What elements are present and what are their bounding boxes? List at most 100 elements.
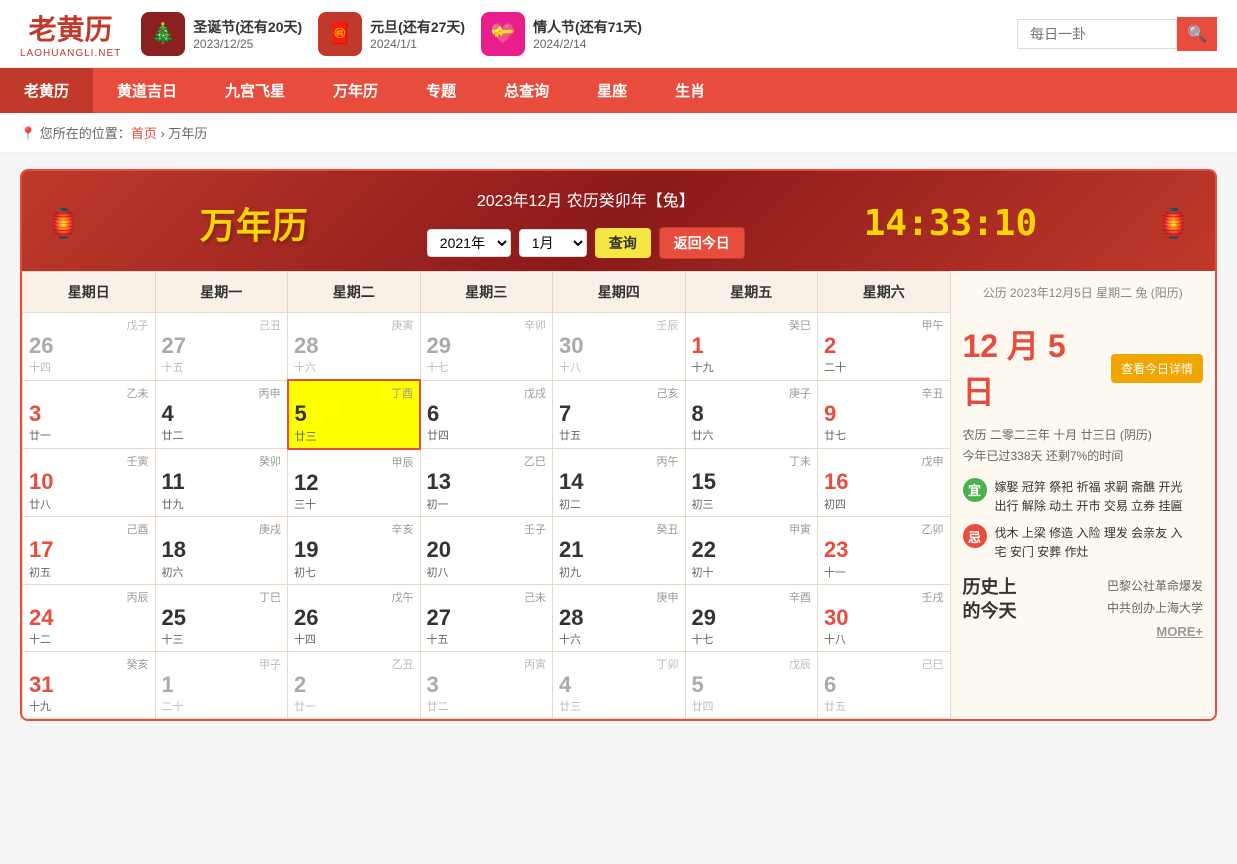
holiday-text: 圣诞节(还有20天) 2023/12/25 [193,17,302,51]
day-cell[interactable]: 庚戌 18 初六 [155,517,288,584]
day-cell[interactable]: 戊辰 5 廿四 [685,651,818,718]
ji-text: 伐木 上梁 修造 入险 理发 会亲友 入宅 安门 安葬 作灶 [995,524,1183,562]
yi-row: 宜 嫁娶 冠笄 祭祀 祈福 求嗣 斋醮 开光出行 解除 动土 开市 交易 立券 … [963,478,1204,516]
day-cell[interactable]: 丁未 15 初三 [685,449,818,517]
day-cell[interactable]: 戊申 16 初四 [818,449,951,517]
logo-main: 老黄历 [29,8,113,48]
day-stem: 癸巳 [692,317,812,333]
day-stem: 壬辰 [559,317,679,333]
day-cell[interactable]: 丙申 4 廿二 [155,380,288,448]
day-cell[interactable]: 庚申 28 十六 [553,584,686,651]
day-cell[interactable]: 辛卯 29 十七 [420,313,553,381]
day-cell[interactable]: 丙午 14 初二 [553,449,686,517]
day-cell[interactable]: 甲寅 22 初十 [685,517,818,584]
day-cell[interactable]: 癸丑 21 初九 [553,517,686,584]
day-number: 4 [162,401,281,427]
day-cell[interactable]: 丁卯 4 廿三 [553,651,686,718]
day-number: 6 [427,401,546,427]
holiday-icon: 🎄 [141,12,185,56]
breadcrumb: 📍 您所在的位置：首页 › 万年历 [0,113,1237,153]
query-button[interactable]: 查询 [595,228,651,258]
day-number: 17 [29,537,149,563]
holiday-date: 2024/1/1 [370,37,465,51]
side-date-big: 12 月 5 日 [963,321,1103,413]
day-lunar: 十八 [559,359,679,375]
day-cell[interactable]: 乙丑 2 廿一 [288,651,421,718]
day-cell[interactable]: 丙寅 3 廿二 [420,651,553,718]
day-lunar: 二十 [824,359,944,375]
day-lunar: 初八 [427,564,547,580]
day-cell[interactable]: 壬戌 30 十八 [818,584,951,651]
holiday-items: 🎄 圣诞节(还有20天) 2023/12/25 🧧 元旦(还有27天) 2024… [141,12,997,56]
day-number: 19 [294,537,414,563]
nav-item-星座[interactable]: 星座 [573,68,651,113]
day-lunar: 廿二 [162,427,281,443]
day-cell[interactable]: 己巳 6 廿五 [818,651,951,718]
day-cell[interactable]: 戊午 26 十四 [288,584,421,651]
day-lunar: 十六 [559,631,679,647]
day-stem: 乙丑 [294,656,414,672]
day-lunar: 廿四 [692,698,812,714]
breadcrumb-home[interactable]: 首页 [131,126,157,141]
day-cell[interactable]: 癸亥 31 十九 [23,651,156,718]
day-cell[interactable]: 壬子 20 初八 [420,517,553,584]
day-number: 1 [692,333,812,359]
day-cell[interactable]: 甲辰 12 三十 [288,449,421,517]
more-link[interactable]: MORE+ [1156,624,1203,639]
weekday-header: 星期二 [288,272,421,313]
nav-item-万年历[interactable]: 万年历 [309,68,402,113]
year-select[interactable]: 1900年1901年1902年1903年1904年1905年1906年1907年… [427,229,511,257]
day-cell[interactable]: 戊子 26 十四 [23,313,156,381]
day-stem: 己巳 [824,656,944,672]
search-area: 🔍 [1017,17,1217,51]
day-cell[interactable]: 庚子 8 廿六 [685,380,818,448]
day-cell[interactable]: 甲子 1 二十 [155,651,288,718]
day-lunar: 初九 [559,564,679,580]
day-cell[interactable]: 乙未 3 廿一 [23,380,156,448]
day-cell[interactable]: 辛酉 29 十七 [685,584,818,651]
nav-item-生肖[interactable]: 生肖 [651,68,729,113]
view-today-btn[interactable]: 查看今日详情 [1111,354,1203,383]
day-number: 20 [427,537,547,563]
day-number: 30 [559,333,679,359]
day-cell[interactable]: 辛丑 9 廿七 [818,380,951,448]
history-section: 历史上的今天 巴黎公社革命爆发中共创办上海大学 MORE+ [963,576,1204,638]
day-cell[interactable]: 乙卯 23 十一 [818,517,951,584]
day-lunar: 初三 [692,496,812,512]
day-cell[interactable]: 辛亥 19 初七 [288,517,421,584]
day-cell[interactable]: 壬辰 30 十八 [553,313,686,381]
day-stem: 庚戌 [162,521,282,537]
month-select[interactable]: 1月2月3月4月5月6月7月8月9月10月11月12月 [519,229,587,257]
day-cell[interactable]: 己酉 17 初五 [23,517,156,584]
nav-item-老黄历[interactable]: 老黄历 [0,68,93,113]
nav-item-黄道吉日[interactable]: 黄道吉日 [93,68,201,113]
search-button[interactable]: 🔍 [1177,17,1217,51]
day-cell[interactable]: 丁酉 5 廿三 [288,380,421,448]
day-cell[interactable]: 乙巳 13 初一 [420,449,553,517]
day-cell[interactable]: 壬寅 10 廿八 [23,449,156,517]
nav-item-总查询[interactable]: 总查询 [480,68,573,113]
today-button[interactable]: 返回今日 [659,227,745,259]
day-stem: 丙辰 [29,589,149,605]
lantern-left-icon: 🏮 [46,207,81,240]
day-stem: 壬子 [427,521,547,537]
nav-item-九宫飞星[interactable]: 九宫飞星 [201,68,309,113]
day-cell[interactable]: 戊戌 6 廿四 [420,380,553,448]
day-cell[interactable]: 癸卯 11 廿九 [155,449,288,517]
day-cell[interactable]: 庚寅 28 十六 [288,313,421,381]
yi-badge: 宜 [963,478,987,502]
day-cell[interactable]: 癸巳 1 十九 [685,313,818,381]
day-number: 9 [824,401,944,427]
day-cell[interactable]: 丙辰 24 十二 [23,584,156,651]
day-cell[interactable]: 己未 27 十五 [420,584,553,651]
day-cell[interactable]: 丁巳 25 十三 [155,584,288,651]
day-lunar: 廿一 [29,427,149,443]
search-input[interactable] [1017,19,1177,49]
day-cell[interactable]: 己亥 7 廿五 [553,380,686,448]
day-number: 12 [294,470,414,496]
day-number: 21 [559,537,679,563]
day-cell[interactable]: 甲午 2 二十 [818,313,951,381]
holiday-date: 2024/2/14 [533,37,642,51]
nav-item-专题[interactable]: 专题 [402,68,480,113]
day-cell[interactable]: 己丑 27 十五 [155,313,288,381]
